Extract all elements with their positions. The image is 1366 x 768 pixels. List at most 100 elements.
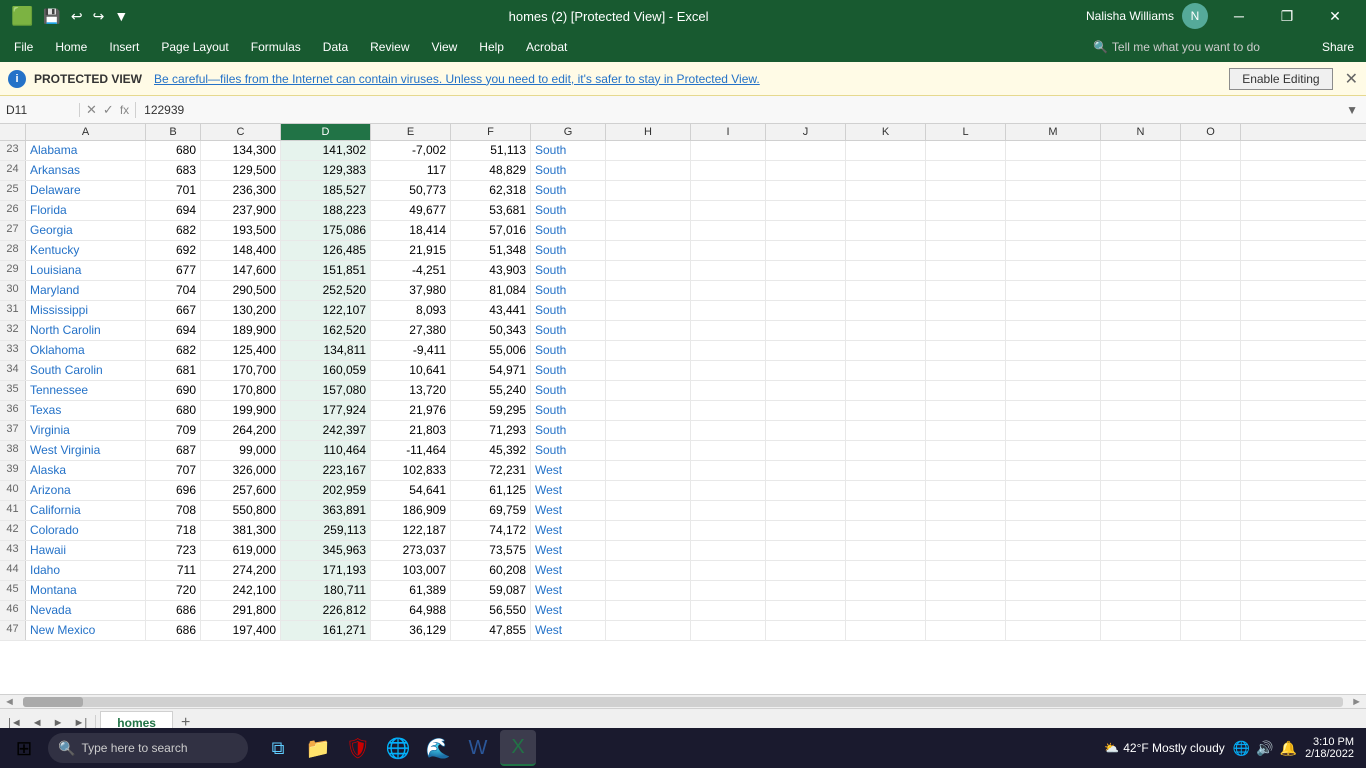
- cell-f[interactable]: 72,231: [451, 461, 531, 480]
- cell-c[interactable]: 147,600: [201, 261, 281, 280]
- cell-o[interactable]: [1181, 581, 1241, 600]
- cell-i[interactable]: [691, 601, 766, 620]
- cell-d[interactable]: 171,193: [281, 561, 371, 580]
- word-app[interactable]: W: [460, 730, 496, 766]
- cell-j[interactable]: [766, 301, 846, 320]
- cell-g[interactable]: West: [531, 501, 606, 520]
- cell-h[interactable]: [606, 521, 691, 540]
- user-avatar[interactable]: N: [1182, 3, 1208, 29]
- cell-h[interactable]: [606, 541, 691, 560]
- cell-j[interactable]: [766, 381, 846, 400]
- cell-e[interactable]: 103,007: [371, 561, 451, 580]
- cell-i[interactable]: [691, 141, 766, 160]
- h-scroll-thumb[interactable]: [23, 697, 1343, 707]
- cell-m[interactable]: [1006, 301, 1101, 320]
- excel-taskbar-app[interactable]: X: [500, 730, 536, 766]
- table-row[interactable]: 23 Alabama 680 134,300 141,302 -7,002 51…: [0, 141, 1366, 161]
- cell-c[interactable]: 125,400: [201, 341, 281, 360]
- menu-review[interactable]: Review: [360, 36, 419, 58]
- cell-c[interactable]: 291,800: [201, 601, 281, 620]
- cell-l[interactable]: [926, 241, 1006, 260]
- cell-j[interactable]: [766, 521, 846, 540]
- cell-i[interactable]: [691, 561, 766, 580]
- cell-c[interactable]: 148,400: [201, 241, 281, 260]
- cell-j[interactable]: [766, 201, 846, 220]
- clock[interactable]: 3:10 PM 2/18/2022: [1305, 736, 1354, 760]
- cell-k[interactable]: [846, 561, 926, 580]
- cell-m[interactable]: [1006, 561, 1101, 580]
- cell-l[interactable]: [926, 401, 1006, 420]
- cell-m[interactable]: [1006, 581, 1101, 600]
- horizontal-scroll-area[interactable]: ◄ ►: [0, 694, 1366, 708]
- cell-l[interactable]: [926, 281, 1006, 300]
- col-header-d[interactable]: D: [281, 124, 371, 140]
- h-scroll-right[interactable]: ►: [1347, 696, 1366, 708]
- cell-o[interactable]: [1181, 441, 1241, 460]
- cell-g[interactable]: West: [531, 601, 606, 620]
- col-header-j[interactable]: J: [766, 124, 846, 140]
- cell-f[interactable]: 45,392: [451, 441, 531, 460]
- cell-m[interactable]: [1006, 341, 1101, 360]
- cell-e[interactable]: 10,641: [371, 361, 451, 380]
- cell-f[interactable]: 51,113: [451, 141, 531, 160]
- cell-c[interactable]: 381,300: [201, 521, 281, 540]
- cell-l[interactable]: [926, 581, 1006, 600]
- cell-k[interactable]: [846, 401, 926, 420]
- cell-m[interactable]: [1006, 261, 1101, 280]
- cell-a[interactable]: Tennessee: [26, 381, 146, 400]
- cell-j[interactable]: [766, 541, 846, 560]
- formula-confirm-icon[interactable]: ✓: [103, 102, 114, 118]
- cell-f[interactable]: 53,681: [451, 201, 531, 220]
- table-row[interactable]: 27 Georgia 682 193,500 175,086 18,414 57…: [0, 221, 1366, 241]
- cell-h[interactable]: [606, 161, 691, 180]
- cell-h[interactable]: [606, 201, 691, 220]
- minimize-btn[interactable]: ─: [1216, 0, 1262, 32]
- cell-h[interactable]: [606, 501, 691, 520]
- cell-c[interactable]: 257,600: [201, 481, 281, 500]
- table-row[interactable]: 41 California 708 550,800 363,891 186,90…: [0, 501, 1366, 521]
- cell-i[interactable]: [691, 441, 766, 460]
- cell-m[interactable]: [1006, 621, 1101, 640]
- cell-k[interactable]: [846, 421, 926, 440]
- cell-l[interactable]: [926, 141, 1006, 160]
- table-row[interactable]: 46 Nevada 686 291,800 226,812 64,988 56,…: [0, 601, 1366, 621]
- cell-e[interactable]: 186,909: [371, 501, 451, 520]
- cell-a[interactable]: Montana: [26, 581, 146, 600]
- cell-a[interactable]: Arkansas: [26, 161, 146, 180]
- cell-l[interactable]: [926, 201, 1006, 220]
- cell-h[interactable]: [606, 221, 691, 240]
- cell-h[interactable]: [606, 301, 691, 320]
- cell-n[interactable]: [1101, 381, 1181, 400]
- cell-m[interactable]: [1006, 601, 1101, 620]
- cell-f[interactable]: 57,016: [451, 221, 531, 240]
- cell-f[interactable]: 74,172: [451, 521, 531, 540]
- cell-m[interactable]: [1006, 521, 1101, 540]
- cell-m[interactable]: [1006, 241, 1101, 260]
- cell-j[interactable]: [766, 161, 846, 180]
- cell-i[interactable]: [691, 241, 766, 260]
- cell-h[interactable]: [606, 141, 691, 160]
- cell-n[interactable]: [1101, 301, 1181, 320]
- cell-e[interactable]: 122,187: [371, 521, 451, 540]
- cell-b[interactable]: 687: [146, 441, 201, 460]
- cell-j[interactable]: [766, 281, 846, 300]
- cell-f[interactable]: 55,240: [451, 381, 531, 400]
- cell-c[interactable]: 326,000: [201, 461, 281, 480]
- cell-i[interactable]: [691, 381, 766, 400]
- formula-cancel-icon[interactable]: ✕: [86, 102, 97, 118]
- weather-widget[interactable]: ⛅ 42°F Mostly cloudy: [1104, 741, 1224, 755]
- chrome-app[interactable]: 🌐: [380, 730, 416, 766]
- cell-e[interactable]: 13,720: [371, 381, 451, 400]
- cell-o[interactable]: [1181, 301, 1241, 320]
- cell-j[interactable]: [766, 241, 846, 260]
- protected-view-close[interactable]: ✕: [1345, 69, 1358, 89]
- cell-m[interactable]: [1006, 501, 1101, 520]
- cell-b[interactable]: 677: [146, 261, 201, 280]
- col-header-m[interactable]: M: [1006, 124, 1101, 140]
- cell-a[interactable]: Delaware: [26, 181, 146, 200]
- cell-d[interactable]: 175,086: [281, 221, 371, 240]
- cell-i[interactable]: [691, 421, 766, 440]
- cell-g[interactable]: South: [531, 181, 606, 200]
- cell-n[interactable]: [1101, 341, 1181, 360]
- cell-d[interactable]: 242,397: [281, 421, 371, 440]
